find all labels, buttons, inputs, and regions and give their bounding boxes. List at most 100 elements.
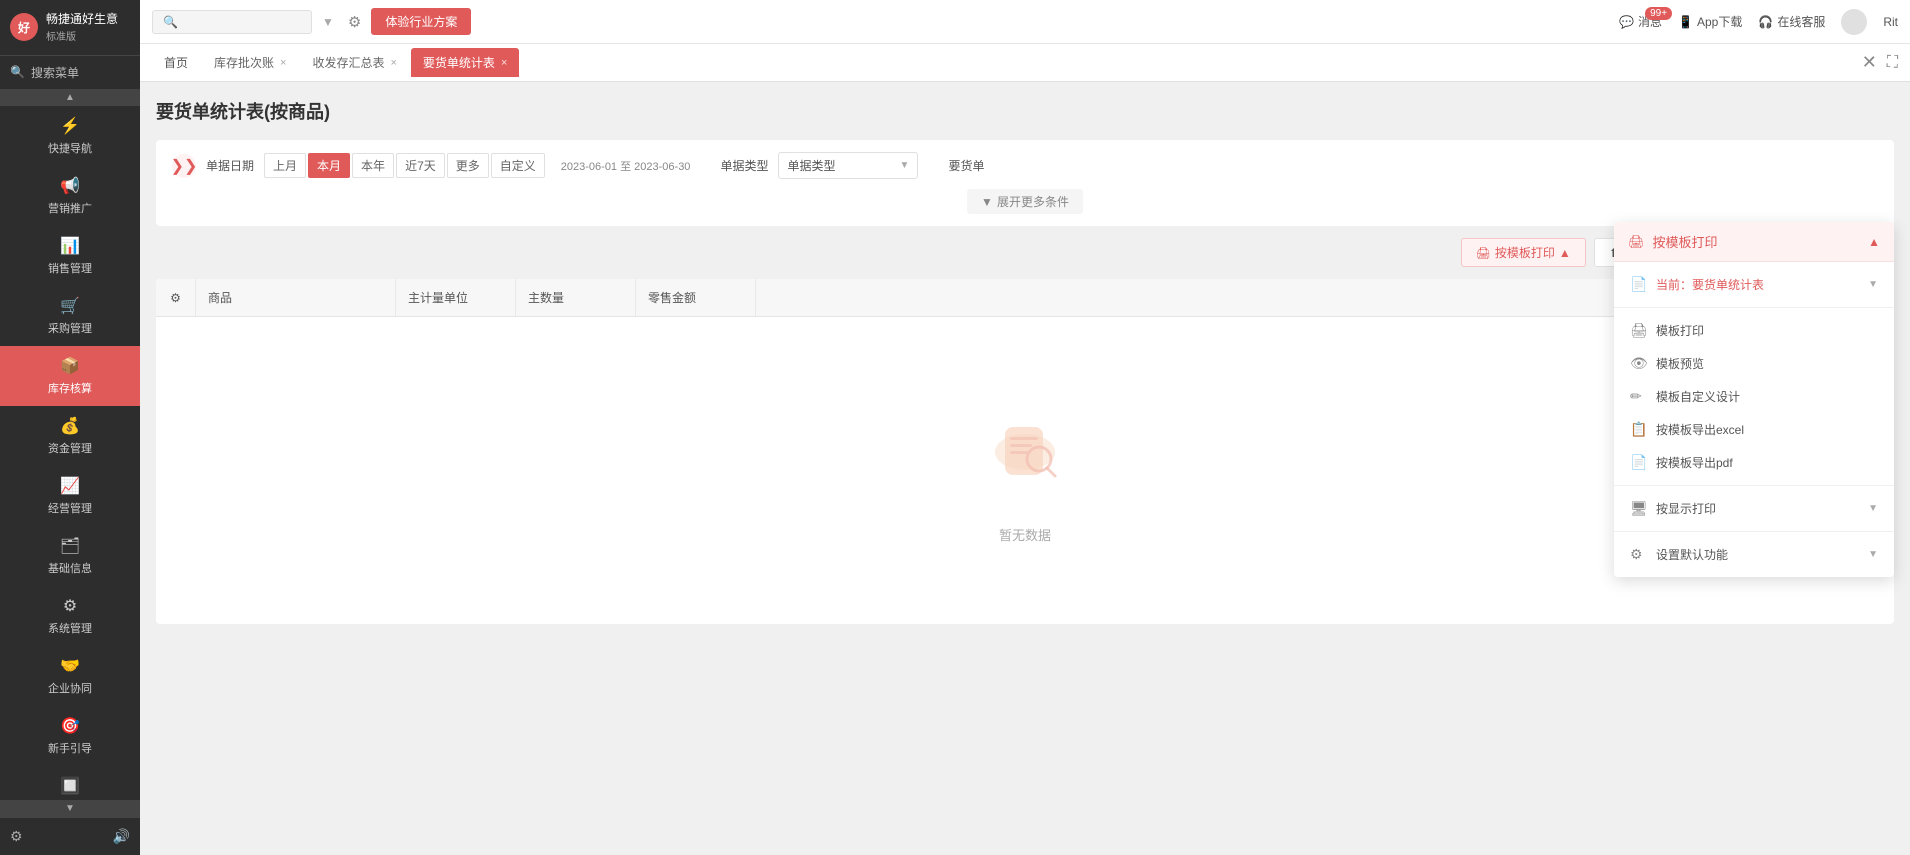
set-default-item[interactable]: ⚙ 设置默认功能 ▼ <box>1614 538 1894 571</box>
system-icon: ⚙ <box>63 596 77 616</box>
print-dropdown-header[interactable]: 🖨 按模板打印 ▲ <box>1614 222 1894 262</box>
sidebar-scroll-up[interactable]: ▲ <box>0 89 140 106</box>
template-design-icon: ✏ <box>1630 388 1646 405</box>
sidebar-item-operation[interactable]: 📈 经营管理 <box>0 466 140 526</box>
tab-receive-summary[interactable]: 收发存汇总表 × <box>300 48 408 77</box>
display-print-icon: 🖥 <box>1630 500 1646 517</box>
sidebar-item-inventory[interactable]: 📦 库存核算 <box>0 346 140 406</box>
template-print-item[interactable]: 🖨 模板打印 <box>1614 314 1894 347</box>
purchase-icon: 🛒 <box>60 296 80 316</box>
tab-receive-summary-close[interactable]: × <box>390 57 396 69</box>
app-edition: 标准版 <box>46 28 118 43</box>
tab-order-stats[interactable]: 要货单统计表 × <box>411 48 519 77</box>
topbar-search-icon: 🔍 <box>163 15 178 29</box>
filter-row-1: ❯❯ 单据日期 上月 本月 本年 近7天 更多 自定义 2023-06-01 至… <box>172 152 1878 179</box>
app-icon: 📱 <box>1678 15 1693 29</box>
print-dropdown-header-left: 🖨 按模板打印 <box>1628 232 1718 251</box>
topbar-online-service[interactable]: 🎧 在线客服 <box>1758 13 1825 30</box>
sidebar-item-marketing[interactable]: 📢 营销推广 <box>0 166 140 226</box>
sidebar-item-finance[interactable]: 💰 资金管理 <box>0 406 140 466</box>
date-more[interactable]: 更多 <box>447 153 489 178</box>
tab-batch-account-close[interactable]: × <box>280 57 286 69</box>
msg-badge: 99+ <box>1645 7 1672 20</box>
sidebar-item-basic[interactable]: 🗂 基础信息 <box>0 526 140 586</box>
basic-icon: 🗂 <box>60 536 80 556</box>
topbar-gear-icon[interactable]: ⚙ <box>348 13 361 31</box>
display-print-item[interactable]: 🖥 按显示打印 ▼ <box>1614 492 1894 525</box>
sidebar-bottom: ⚙ 🔊 <box>0 817 140 855</box>
topbar-search-input[interactable] <box>184 15 304 29</box>
main-area: 🔍 ▼ ⚙ 体验行业方案 💬 消息 99+ 📱 App下载 🎧 在线客服 Rit <box>140 0 1910 855</box>
sidebar: 好 畅捷通好生意 标准版 🔍 搜索菜单 ▲ ⚡ 快捷导航 📢 营销推广 📊 销售… <box>0 0 140 855</box>
sidebar-item-quick-nav[interactable]: ⚡ 快捷导航 <box>0 106 140 166</box>
print-arrow-icon: ▲ <box>1559 246 1571 260</box>
print-dropdown-collapse-icon[interactable]: ▲ <box>1868 235 1880 249</box>
audio-icon[interactable]: 🔊 <box>113 828 130 845</box>
sidebar-item-label: 经营管理 <box>48 500 92 516</box>
date-last-month[interactable]: 上月 <box>264 153 306 178</box>
sidebar-search-label: 搜索菜单 <box>31 64 79 81</box>
template-export-pdf-item[interactable]: 📄 按模板导出pdf <box>1614 446 1894 479</box>
tab-order-stats-close[interactable]: × <box>501 57 507 69</box>
tab-order-stats-label: 要货单统计表 <box>423 54 495 71</box>
sidebar-item-purchase[interactable]: 🛒 采购管理 <box>0 286 140 346</box>
doc-type-select[interactable]: 单据类型 ▼ <box>778 152 918 179</box>
set-default-section: ⚙ 设置默认功能 ▼ <box>1614 532 1894 577</box>
tab-home[interactable]: 首页 <box>152 48 200 77</box>
service-icon: 🎧 <box>1758 15 1773 29</box>
template-design-item[interactable]: ✏ 模板自定义设计 <box>1614 380 1894 413</box>
sidebar-scroll-down[interactable]: ▼ <box>0 800 140 817</box>
date-custom[interactable]: 自定义 <box>491 153 545 178</box>
sidebar-item-collab[interactable]: 🤝 企业协同 <box>0 646 140 706</box>
print-current-label: 当前：要货单统计表 <box>1656 276 1858 293</box>
topbar-msg[interactable]: 💬 消息 99+ <box>1619 13 1662 30</box>
date-this-year[interactable]: 本年 <box>352 153 394 178</box>
sidebar-item-label: 销售管理 <box>48 260 92 276</box>
settings-bottom-icon[interactable]: ⚙ <box>10 828 23 845</box>
template-preview-icon: 👁 <box>1630 355 1646 372</box>
sidebar-item-label: 企业协同 <box>48 680 92 696</box>
tab-close-btn[interactable]: ✕ <box>1862 52 1877 73</box>
topbar-dropdown-arrow[interactable]: ▼ <box>322 15 334 29</box>
print-current-item[interactable]: 📄 当前：要货单统计表 ▼ <box>1614 268 1894 301</box>
sidebar-item-label: 资金管理 <box>48 440 92 456</box>
current-item-icon: 📄 <box>1630 276 1646 293</box>
expand-conditions-btn[interactable]: ▼ 展开更多条件 <box>967 189 1083 214</box>
th-product: 商品 <box>196 279 396 316</box>
apps-icon: 🔲 <box>60 776 80 796</box>
sales-icon: 📊 <box>60 236 80 256</box>
sidebar-item-system[interactable]: ⚙ 系统管理 <box>0 586 140 646</box>
date-this-month[interactable]: 本月 <box>308 153 350 178</box>
sidebar-item-sales[interactable]: 📊 销售管理 <box>0 226 140 286</box>
topbar-right: 💬 消息 99+ 📱 App下载 🎧 在线客服 Rit <box>1619 9 1898 35</box>
print-btn[interactable]: 🖨 按模板打印 ▲ <box>1461 238 1586 267</box>
tab-batch-account[interactable]: 库存批次账 × <box>202 48 298 77</box>
empty-text: 暂无数据 <box>999 525 1051 544</box>
trial-btn[interactable]: 体验行业方案 <box>371 8 471 35</box>
page-title: 要货单统计表(按商品) <box>156 98 1894 124</box>
template-preview-label: 模板预览 <box>1656 355 1878 372</box>
expand-label: 展开更多条件 <box>997 193 1069 210</box>
template-preview-item[interactable]: 👁 模板预览 <box>1614 347 1894 380</box>
sidebar-item-guide[interactable]: 🎯 新手引导 <box>0 706 140 766</box>
date-range-display: 2023-06-01 至 2023-06-30 <box>561 158 691 174</box>
sidebar-search[interactable]: 🔍 搜索菜单 <box>0 56 140 89</box>
th-quantity: 主数量 <box>516 279 636 316</box>
tab-maximize-btn[interactable]: ⛶ <box>1887 54 1898 72</box>
template-export-excel-label: 按模板导出excel <box>1656 421 1878 438</box>
topbar-app-download[interactable]: 📱 App下载 <box>1678 13 1742 30</box>
th-settings[interactable]: ⚙ <box>156 279 196 316</box>
finance-icon: 💰 <box>60 416 80 436</box>
topbar-search-box[interactable]: 🔍 <box>152 10 312 34</box>
logo-icon: 好 <box>10 13 38 41</box>
print-dropdown-header-icon: 🖨 <box>1628 234 1645 250</box>
filter-expand-toggle[interactable]: ❯❯ <box>172 154 196 178</box>
topbar-username[interactable]: Rit <box>1883 15 1898 29</box>
sidebar-item-apps[interactable]: 🔲 应用中心 <box>0 766 140 800</box>
display-print-section: 🖥 按显示打印 ▼ <box>1614 486 1894 532</box>
template-export-excel-icon: 📋 <box>1630 421 1646 438</box>
print-icon: 🖨 <box>1476 246 1491 260</box>
tabs-bar: 首页 库存批次账 × 收发存汇总表 × 要货单统计表 × ✕ ⛶ <box>140 44 1910 82</box>
template-export-excel-item[interactable]: 📋 按模板导出excel <box>1614 413 1894 446</box>
date-last-7[interactable]: 近7天 <box>396 153 445 178</box>
